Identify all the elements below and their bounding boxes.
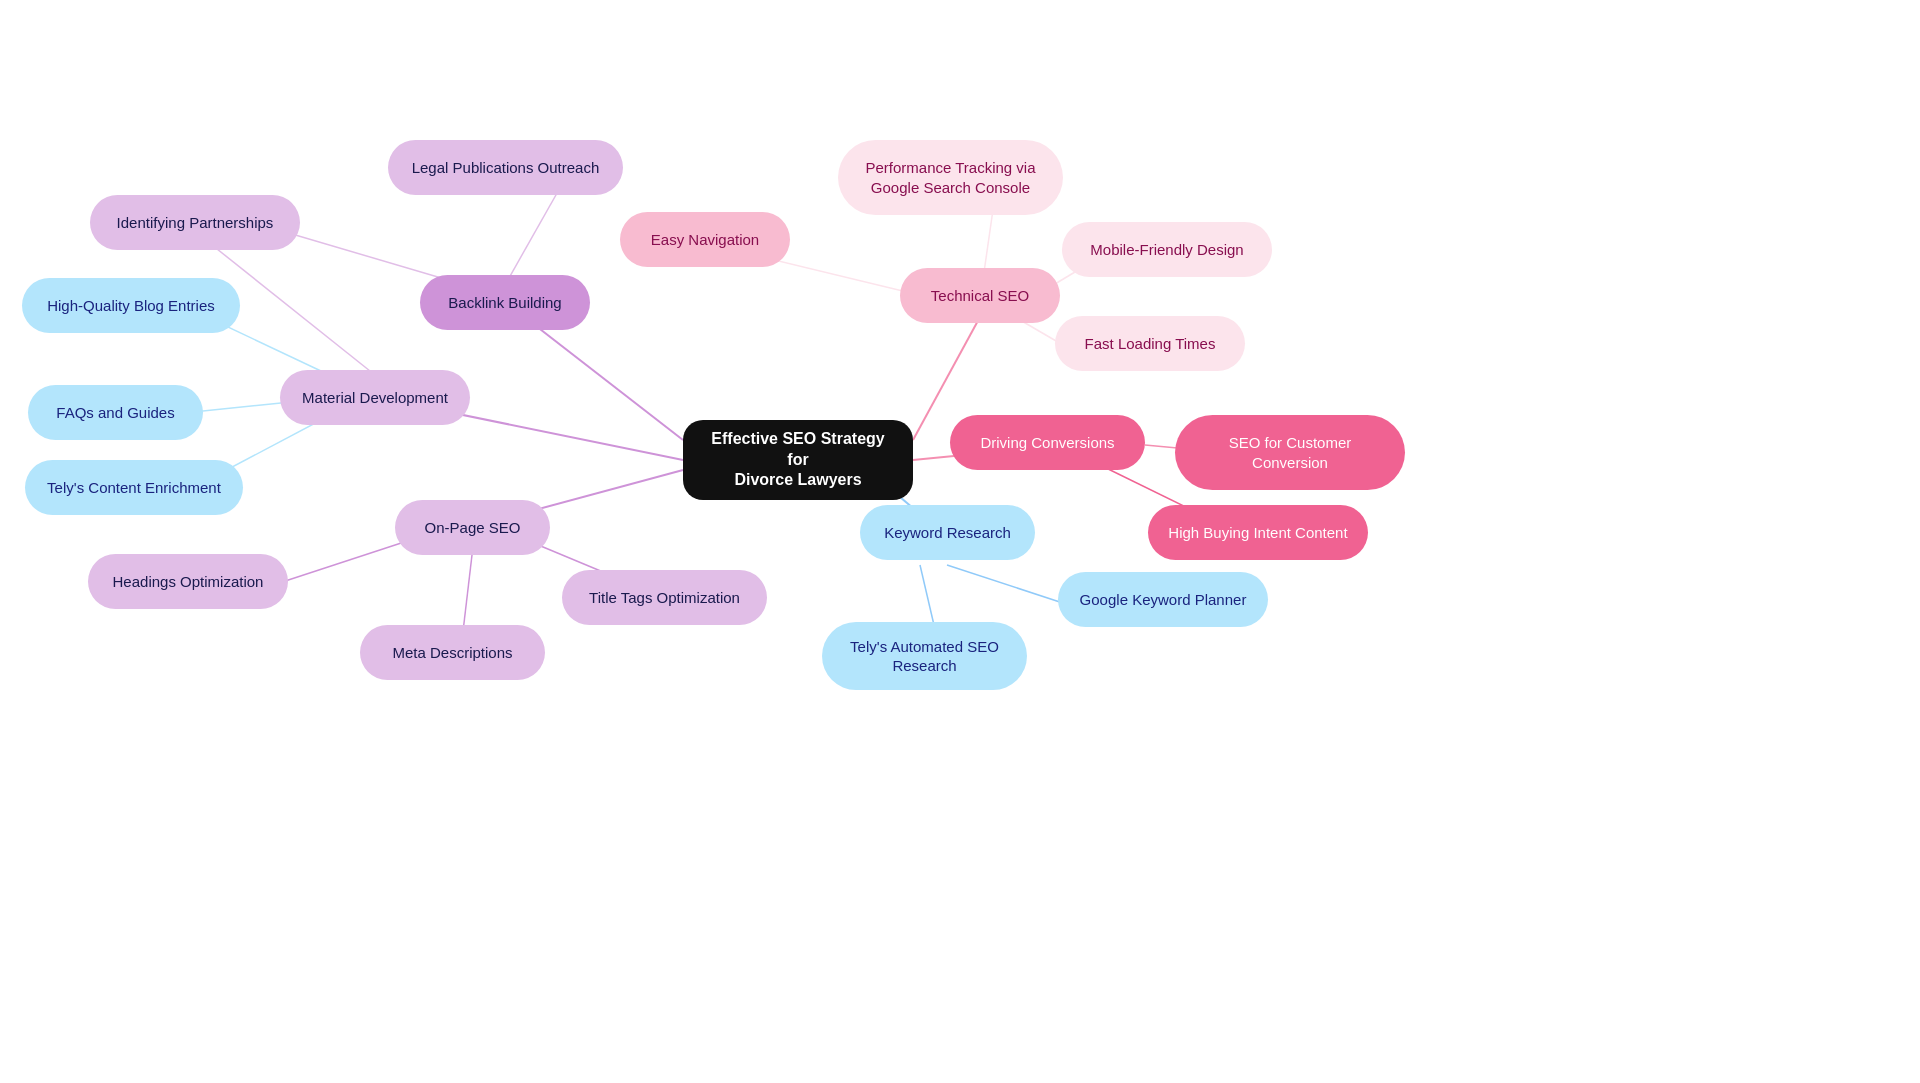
title-tags-node: Title Tags Optimization bbox=[562, 570, 767, 625]
fast-loading-node: Fast Loading Times bbox=[1055, 316, 1245, 371]
headings-opt-node: Headings Optimization bbox=[88, 554, 288, 609]
easy-navigation-node: Easy Navigation bbox=[620, 212, 790, 267]
high-buying-node: High Buying Intent Content bbox=[1148, 505, 1368, 560]
tely-content-node: Tely's Content Enrichment bbox=[25, 460, 243, 515]
meta-desc-node: Meta Descriptions bbox=[360, 625, 545, 680]
center-node: Effective SEO Strategy forDivorce Lawyer… bbox=[683, 420, 913, 500]
driving-conversions-node: Driving Conversions bbox=[950, 415, 1145, 470]
backlink-building-node: Backlink Building bbox=[420, 275, 590, 330]
high-quality-blog-node: High-Quality Blog Entries bbox=[22, 278, 240, 333]
seo-conversion-node: SEO for Customer Conversion bbox=[1175, 415, 1405, 490]
legal-pubs-node: Legal Publications Outreach bbox=[388, 140, 623, 195]
google-keyword-node: Google Keyword Planner bbox=[1058, 572, 1268, 627]
faqs-guides-node: FAQs and Guides bbox=[28, 385, 203, 440]
performance-tracking-node: Performance Tracking viaGoogle Search Co… bbox=[838, 140, 1063, 215]
keyword-research-node: Keyword Research bbox=[860, 505, 1035, 560]
technical-seo-node: Technical SEO bbox=[900, 268, 1060, 323]
svg-line-21 bbox=[947, 565, 1075, 607]
mobile-friendly-node: Mobile-Friendly Design bbox=[1062, 222, 1272, 277]
on-page-seo-node: On-Page SEO bbox=[395, 500, 550, 555]
tely-seo-node: Tely's Automated SEOResearch bbox=[822, 622, 1027, 690]
material-development-node: Material Development bbox=[280, 370, 470, 425]
identifying-partnerships-node: Identifying Partnerships bbox=[90, 195, 300, 250]
